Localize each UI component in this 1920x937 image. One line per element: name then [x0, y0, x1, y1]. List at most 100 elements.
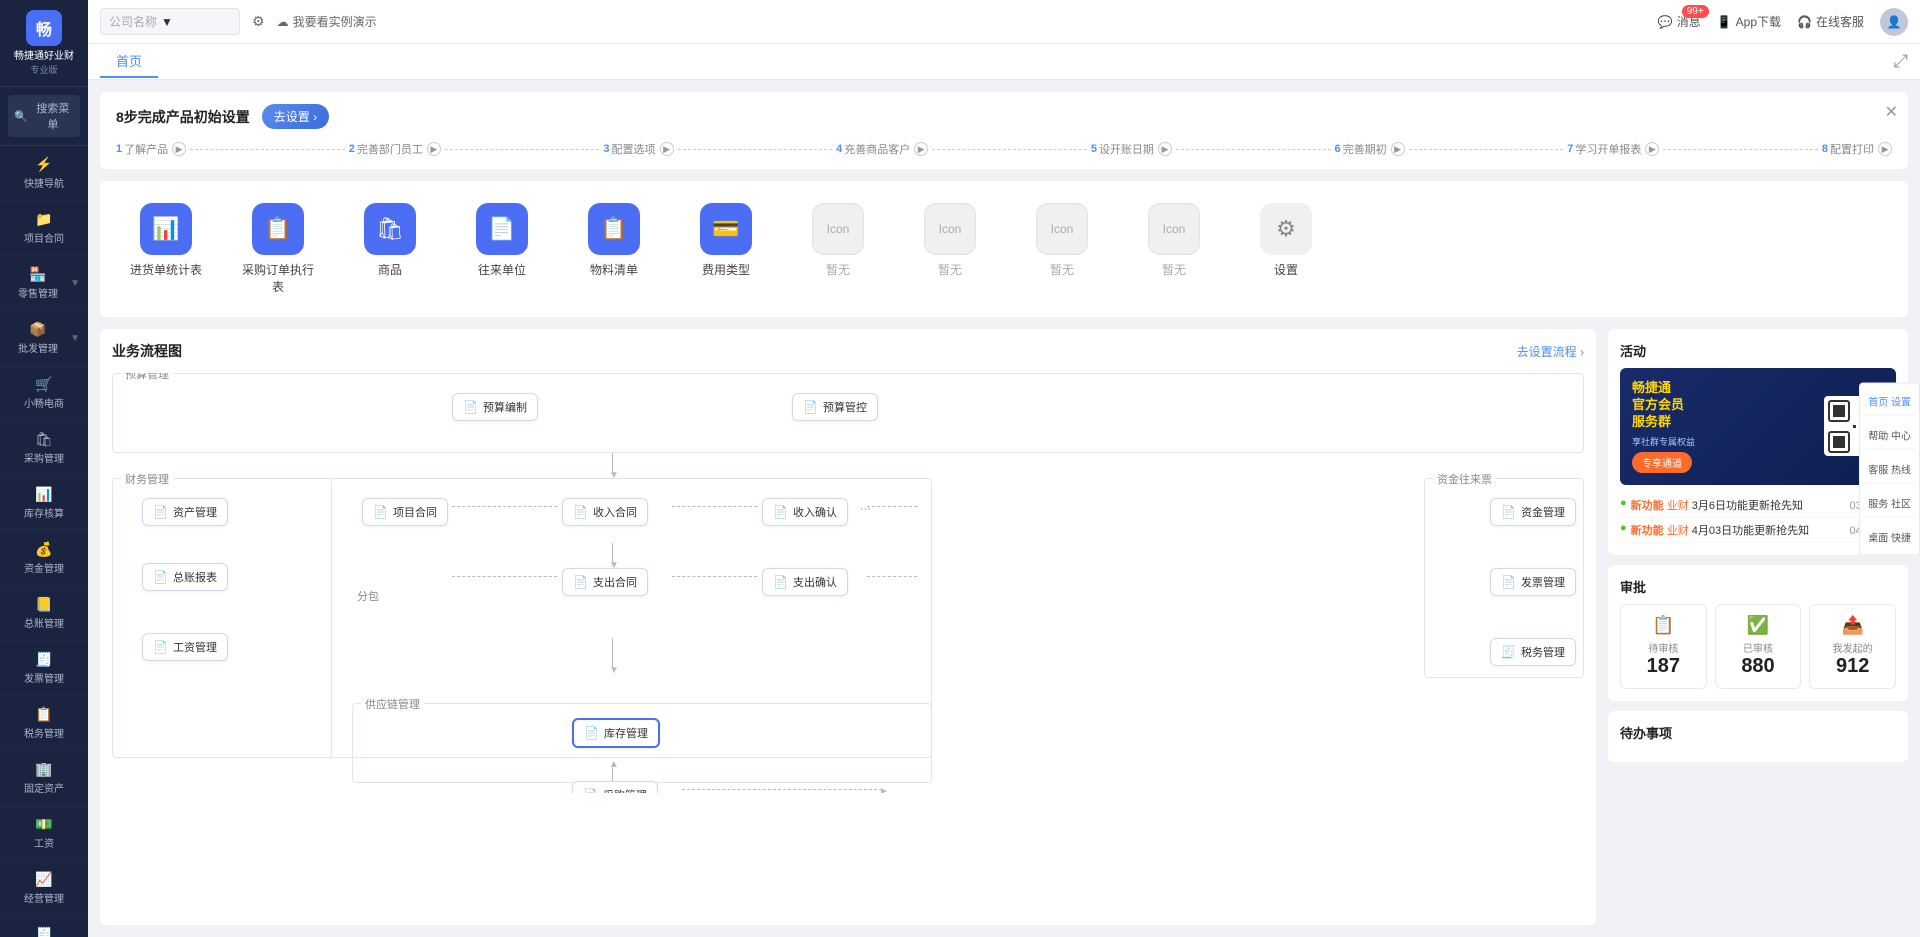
flow-node-budget-control[interactable]: 📄 预算管控	[792, 393, 878, 421]
approved-label: 已审核	[1720, 640, 1797, 655]
right-quick-help[interactable]: 帮助 中心	[1864, 421, 1915, 449]
sidebar-item-purchase[interactable]: 🛍 采购管理	[0, 421, 88, 476]
close-button[interactable]: ✕	[1885, 102, 1898, 122]
flow-title: 业务流程图	[112, 341, 182, 361]
sidebar-item-project-contract[interactable]: 📁 项目合同	[0, 201, 88, 256]
activity-banner-text: 畅捷通 官方会员 服务群	[1632, 380, 1695, 431]
sidebar-item-general-ledger[interactable]: 📒 总账管理	[0, 586, 88, 641]
general-ledger-label: 总账管理	[24, 615, 64, 630]
app-download-button[interactable]: 📱 App下载	[1717, 13, 1781, 30]
tax-icon: 📋	[35, 706, 52, 723]
flow-node-project-contract[interactable]: 📄 项目合同	[362, 498, 448, 526]
sidebar-item-inventory[interactable]: 📊 库存核算	[0, 476, 88, 531]
flow-node-expense-contract[interactable]: 📄 支出合同	[562, 568, 648, 596]
app-name: 畅捷通好业财	[14, 50, 74, 63]
sidebar-item-fixed-assets[interactable]: 🏢 固定资产	[0, 751, 88, 806]
step-1: 1 了解产品 ▶	[116, 141, 186, 157]
activity-banner-button[interactable]: 专享通道	[1632, 452, 1692, 473]
activity-banner: 畅捷通 官方会员 服务群 享社群专属权益 专享通道	[1620, 368, 1896, 485]
news-text-2: 新功能 业财 4月03日功能更新抢先知	[1631, 522, 1850, 538]
news-item-2: ● 新功能 业财 4月03日功能更新抢先知 04月03日	[1620, 518, 1896, 543]
arrow-purchase-right	[682, 789, 882, 790]
settings-icon[interactable]: ⚙	[252, 13, 265, 30]
sidebar-item-report[interactable]: 🧾 小畅报销	[0, 916, 88, 937]
avatar: 👤	[1880, 8, 1908, 36]
cloud-icon: ☁	[277, 15, 289, 29]
flow-node-purchase-mgmt[interactable]: 📄 采购管理	[572, 781, 658, 793]
flow-node-tax-mgmt[interactable]: 🧾 税务管理	[1490, 638, 1576, 666]
arrow-down-3: ▼	[609, 665, 619, 676]
topbar: 公司名称 ▼ ⚙ ☁ 我要看实例演示 💬 消息 99+ 📱 App下载 🎧 在线…	[88, 0, 1920, 44]
flow-node-income-contract[interactable]: 📄 收入合同	[562, 498, 648, 526]
approval-pending[interactable]: 📋 待审核 187	[1620, 604, 1707, 689]
sidebar-item-tax[interactable]: 📋 税务管理	[0, 696, 88, 751]
flow-node-general-ledger-report[interactable]: 📄 总账报表	[142, 563, 228, 591]
quick-item-empty4[interactable]: Icon 暂无	[1124, 193, 1224, 305]
flow-node-expense-confirm[interactable]: 📄 支出确认	[762, 568, 848, 596]
flow-node-salary-mgmt[interactable]: 📄 工资管理	[142, 633, 228, 661]
sidebar-item-ops-mgmt[interactable]: 📈 经营管理	[0, 861, 88, 916]
approval-initiated[interactable]: 📤 我发起的 912	[1809, 604, 1896, 689]
activity-title: 活动	[1620, 341, 1896, 360]
empty4-icon: Icon	[1148, 203, 1200, 255]
quick-item-goods[interactable]: 🛍 商品	[340, 193, 440, 305]
right-quick-community[interactable]: 服务 社区	[1864, 489, 1915, 517]
pending-label: 待审核	[1625, 640, 1702, 655]
step-6: 6 完善期初 ▶	[1335, 141, 1405, 157]
user-avatar[interactable]: 👤	[1880, 8, 1908, 36]
logo-icon: 畅	[26, 10, 62, 46]
step-2: 2 完善部门员工 ▶	[349, 141, 441, 157]
partner-icon: 📄	[476, 203, 528, 255]
right-quick-desktop[interactable]: 桌面 快捷	[1864, 523, 1915, 550]
sidebar-item-invoice[interactable]: 🧾 发票管理	[0, 641, 88, 696]
quick-item-purchase-order[interactable]: 📋 采购订单执行表	[228, 193, 328, 305]
arrow-right-1: ►	[879, 786, 889, 793]
expand-icon[interactable]: ⤢	[1894, 51, 1908, 72]
quick-item-expense[interactable]: 💳 费用类型	[676, 193, 776, 305]
flow-node-inventory-mgmt[interactable]: 📄 库存管理	[572, 718, 660, 748]
quick-item-material[interactable]: 📋 物料清单	[564, 193, 664, 305]
quick-item-stock-stats[interactable]: 📊 进货单统计表	[116, 193, 216, 305]
quick-item-empty1[interactable]: Icon 暂无	[788, 193, 888, 305]
quick-item-settings[interactable]: ⚙ 设置	[1236, 193, 1336, 305]
sidebar-item-quick-nav[interactable]: ⚡ 快捷导航	[0, 146, 88, 201]
quick-item-partner[interactable]: 📄 往来单位	[452, 193, 552, 305]
messages-badge: 99+	[1682, 5, 1709, 18]
messages-button[interactable]: 💬 消息 99+	[1658, 13, 1701, 30]
setup-goto-button[interactable]: 去设置 ›	[262, 104, 329, 129]
flow-node-invoice-mgmt[interactable]: 📄 发票管理	[1490, 568, 1576, 596]
sidebar-item-ecommerce[interactable]: 🛒 小畅电商	[0, 366, 88, 421]
quick-item-empty3[interactable]: Icon 暂无	[1012, 193, 1112, 305]
approval-approved[interactable]: ✅ 已审核 880	[1715, 604, 1802, 689]
arrow-to-supply	[612, 638, 613, 668]
approval-card: 审批 📋 待审核 187 ✅ 已审核 880	[1608, 565, 1908, 701]
search-menu-button[interactable]: 🔍 搜索菜单	[8, 95, 80, 137]
quick-access-section: 📊 进货单统计表 📋 采购订单执行表 🛍 商品 📄 往来单位	[100, 181, 1908, 317]
step-5: 5 设开账日期 ▶	[1091, 141, 1172, 157]
sidebar-item-sales-mgmt[interactable]: 🏪 零售管理 ▼	[0, 256, 88, 311]
flow-settings-link[interactable]: 去设置流程 ›	[1517, 343, 1584, 360]
fund-source-label: 资金往来票	[1433, 471, 1496, 487]
company-selector[interactable]: 公司名称 ▼	[100, 8, 240, 35]
news-item-1: ● 新功能 业财 3月6日功能更新抢先知 03月06日	[1620, 493, 1896, 518]
flow-node-income-confirm[interactable]: 📄 收入确认	[762, 498, 848, 526]
sidebar-item-wholesale[interactable]: 📦 批发管理 ▼	[0, 311, 88, 366]
headset-icon: 🎧	[1797, 15, 1812, 29]
step-3: 3 配置选项 ▶	[603, 141, 673, 157]
flow-node-asset-mgmt[interactable]: 📄 资产管理	[142, 498, 228, 526]
stock-stats-icon: 📊	[140, 203, 192, 255]
sidebar-item-salary[interactable]: 💵 工资	[0, 806, 88, 861]
wholesale-label: 批发管理	[18, 340, 58, 355]
right-quick-home[interactable]: 首页 设置	[1864, 387, 1915, 415]
flow-node-fund-mgmt[interactable]: 📄 资金管理	[1490, 498, 1576, 526]
demo-link[interactable]: ☁ 我要看实例演示	[277, 13, 377, 30]
todo-title: 待办事项	[1620, 723, 1896, 742]
online-service-button[interactable]: 🎧 在线客服	[1797, 13, 1864, 30]
right-quick-hotline[interactable]: 客服 热线	[1864, 455, 1915, 483]
tab-home[interactable]: 首页	[100, 45, 158, 78]
sidebar-item-fund[interactable]: 💰 资金管理	[0, 531, 88, 586]
settings-quick-icon: ⚙	[1260, 203, 1312, 255]
flow-node-budget-make[interactable]: 📄 预算编制	[452, 393, 538, 421]
quick-item-empty2[interactable]: Icon 暂无	[900, 193, 1000, 305]
main-content: 8步完成产品初始设置 去设置 › 1 了解产品 ▶ 2 完善部门员工 ▶	[88, 80, 1920, 937]
